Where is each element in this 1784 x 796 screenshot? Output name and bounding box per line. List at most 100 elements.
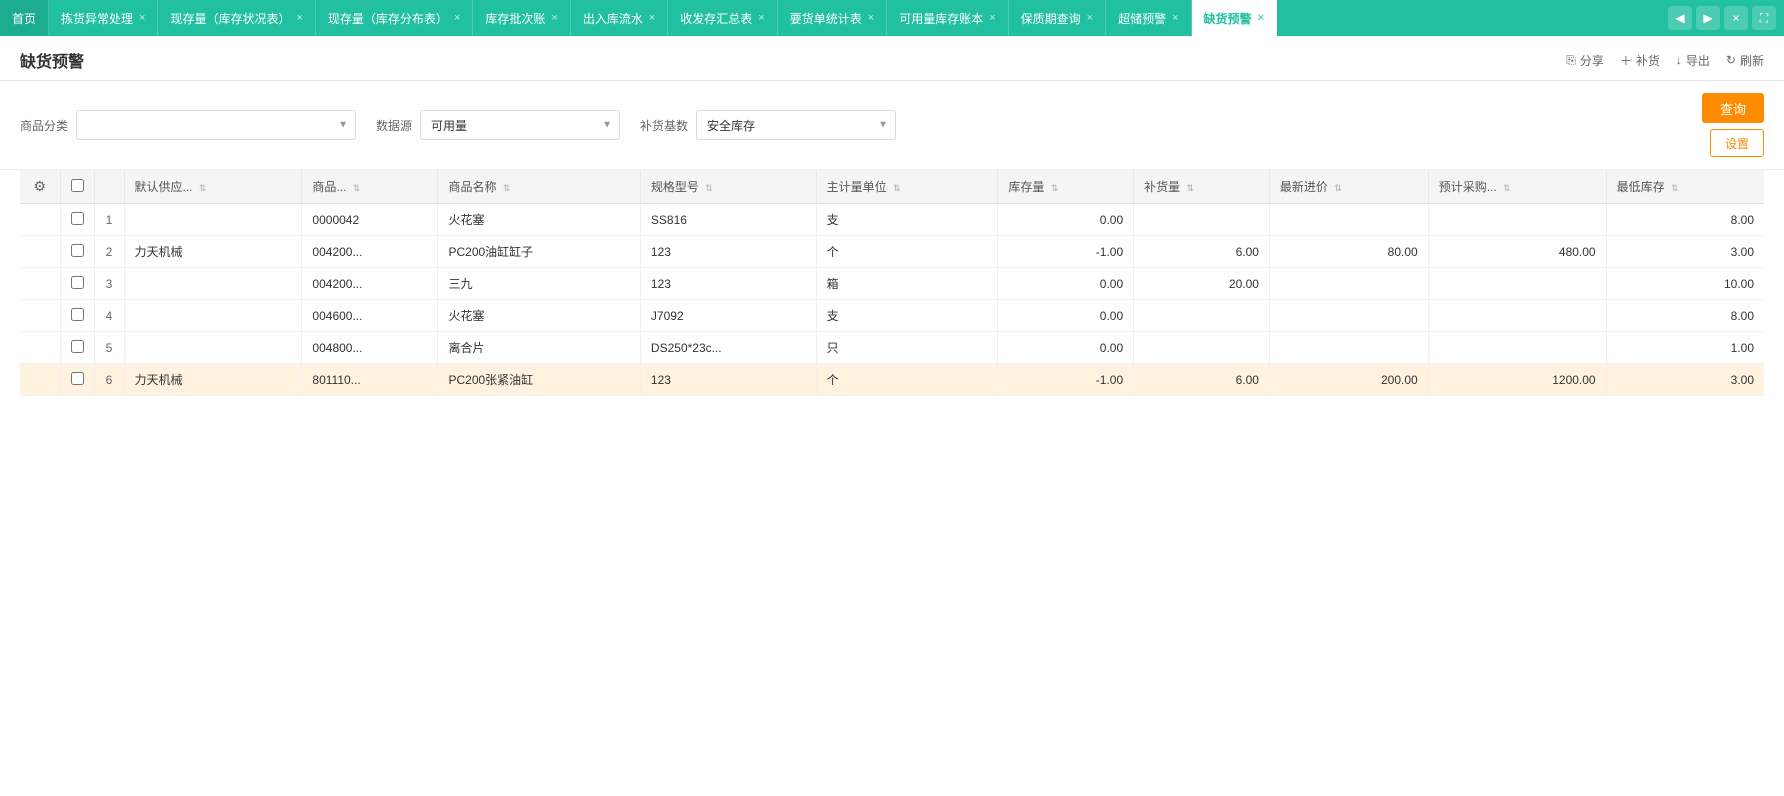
tab-inventory-dist[interactable]: 现存量（库存分布表） × <box>316 0 473 36</box>
tab-overstock-warning-label: 超储预警 <box>1118 10 1166 27</box>
col-gear[interactable]: ⚙ <box>20 170 60 204</box>
replenish-sort-icon: ⇅ <box>1186 183 1194 193</box>
row-checkbox-cell[interactable] <box>60 300 94 332</box>
tab-batch-account[interactable]: 库存批次账 × <box>473 0 570 36</box>
col-spec[interactable]: 规格型号 ⇅ <box>640 170 816 204</box>
col-goods-code[interactable]: 商品... ⇅ <box>302 170 438 204</box>
share-action[interactable]: ⎘ 分享 <box>1566 52 1604 69</box>
tab-in-out-flow[interactable]: 出入库流水 × <box>571 0 668 36</box>
row-checkbox-cell[interactable] <box>60 204 94 236</box>
tab-inventory-status-close[interactable]: × <box>296 12 302 24</box>
col-checkbox <box>60 170 94 204</box>
tab-requisition-stat-close[interactable]: × <box>868 12 874 24</box>
tab-inventory-dist-label: 现存量（库存分布表） <box>328 10 448 27</box>
row-spec: DS250*23c... <box>640 332 816 364</box>
refresh-icon: ↻ <box>1726 53 1736 67</box>
tab-batch-account-close[interactable]: × <box>551 12 557 24</box>
replenish-action[interactable]: ＋ 补货 <box>1620 52 1660 69</box>
tab-collect-summary-close[interactable]: × <box>758 12 764 24</box>
row-stock: 0.00 <box>998 332 1134 364</box>
tab-inventory-dist-close[interactable]: × <box>454 12 460 24</box>
tab-collect-summary-label: 收发存汇总表 <box>680 10 752 27</box>
tab-available-ledger[interactable]: 可用量库存账本 × <box>887 0 1008 36</box>
tab-shortage-warning-close[interactable]: × <box>1258 12 1264 24</box>
row-goods-code: 801110... <box>302 364 438 396</box>
gear-icon[interactable]: ⚙ <box>33 178 46 194</box>
row-number: 1 <box>94 204 124 236</box>
row-estimated-purchase: 480.00 <box>1428 236 1606 268</box>
row-checkbox-cell[interactable] <box>60 332 94 364</box>
row-stock: -1.00 <box>998 236 1134 268</box>
row-supplier <box>124 300 302 332</box>
datasource-select[interactable]: 可用量 <box>420 110 620 140</box>
filter-right-actions: 查询 设置 <box>1702 93 1764 157</box>
tab-collect-summary[interactable]: 收发存汇总表 × <box>668 0 777 36</box>
replenish-base-select[interactable]: 安全库存 <box>696 110 896 140</box>
category-select[interactable] <box>76 110 356 140</box>
tab-expiry-query-label: 保质期查询 <box>1021 10 1081 27</box>
row-min-stock: 1.00 <box>1606 332 1764 364</box>
replenish-base-filter-group: 补货基数 安全库存 ▼ <box>640 110 896 140</box>
tab-overstock-warning[interactable]: 超储预警 × <box>1106 0 1191 36</box>
row-checkbox-5[interactable] <box>71 372 84 385</box>
row-checkbox-1[interactable] <box>71 244 84 257</box>
tab-expiry-query[interactable]: 保质期查询 × <box>1009 0 1106 36</box>
tab-requisition-stat-label: 要货单统计表 <box>790 10 862 27</box>
select-all-checkbox[interactable] <box>71 179 84 192</box>
nav-next-btn[interactable]: ▶ <box>1696 6 1720 30</box>
col-min-stock[interactable]: 最低库存 ⇅ <box>1606 170 1764 204</box>
tab-available-ledger-close[interactable]: × <box>989 12 995 24</box>
tab-defect-handling-close[interactable]: × <box>139 12 145 24</box>
row-supplier <box>124 332 302 364</box>
row-replenish: 6.00 <box>1134 236 1270 268</box>
row-checkbox-3[interactable] <box>71 308 84 321</box>
row-gear-cell <box>20 204 60 236</box>
row-checkbox-4[interactable] <box>71 340 84 353</box>
tab-defect-handling[interactable]: 拣货异常处理 × <box>49 0 158 36</box>
row-unit: 支 <box>816 204 998 236</box>
tab-requisition-stat[interactable]: 要货单统计表 × <box>778 0 887 36</box>
tab-inventory-status-label: 现存量（库存状况表） <box>170 10 290 27</box>
col-unit[interactable]: 主计量单位 ⇅ <box>816 170 998 204</box>
row-estimated-purchase <box>1428 204 1606 236</box>
row-replenish <box>1134 300 1270 332</box>
settings-button[interactable]: 设置 <box>1710 129 1764 157</box>
table-header-row: ⚙ 默认供应... ⇅ 商品... ⇅ 商品名称 <box>20 170 1764 204</box>
refresh-action[interactable]: ↻ 刷新 <box>1726 52 1764 69</box>
col-supplier[interactable]: 默认供应... ⇅ <box>124 170 302 204</box>
tab-home[interactable]: 首页 <box>0 0 49 36</box>
share-label: 分享 <box>1580 52 1604 69</box>
latest-price-sort-icon: ⇅ <box>1334 183 1342 193</box>
col-stock[interactable]: 库存量 ⇅ <box>998 170 1134 204</box>
row-checkbox-cell[interactable] <box>60 268 94 300</box>
nav-close-btn[interactable]: × <box>1724 6 1748 30</box>
tab-batch-account-label: 库存批次账 <box>485 10 545 27</box>
row-checkbox-2[interactable] <box>71 276 84 289</box>
export-action[interactable]: ↓ 导出 <box>1676 52 1710 69</box>
export-label: 导出 <box>1686 52 1710 69</box>
query-button[interactable]: 查询 <box>1702 93 1764 123</box>
est-purchase-sort-icon: ⇅ <box>1503 183 1511 193</box>
col-goods-name[interactable]: 商品名称 ⇅ <box>438 170 640 204</box>
tab-expiry-query-close[interactable]: × <box>1087 12 1093 24</box>
row-checkbox-0[interactable] <box>71 212 84 225</box>
row-goods-name: PC200张紧油缸 <box>438 364 640 396</box>
tab-inventory-status[interactable]: 现存量（库存状况表） × <box>158 0 315 36</box>
tab-in-out-flow-close[interactable]: × <box>649 12 655 24</box>
tab-in-out-flow-label: 出入库流水 <box>583 10 643 27</box>
tab-defect-handling-label: 拣货异常处理 <box>61 10 133 27</box>
row-goods-name: PC200油缸缸子 <box>438 236 640 268</box>
nav-prev-btn[interactable]: ◀ <box>1668 6 1692 30</box>
page-title: 缺货预警 <box>20 48 84 72</box>
row-latest-price: 80.00 <box>1269 236 1428 268</box>
nav-fullscreen-btn[interactable]: ⛶ <box>1752 6 1776 30</box>
col-latest-price[interactable]: 最新进价 ⇅ <box>1269 170 1428 204</box>
col-estimated-purchase[interactable]: 预计采购... ⇅ <box>1428 170 1606 204</box>
row-goods-code: 004200... <box>302 268 438 300</box>
export-icon: ↓ <box>1676 53 1682 67</box>
row-checkbox-cell[interactable] <box>60 364 94 396</box>
tab-shortage-warning[interactable]: 缺货预警 × <box>1192 0 1277 36</box>
tab-overstock-warning-close[interactable]: × <box>1172 12 1178 24</box>
col-replenish[interactable]: 补货量 ⇅ <box>1134 170 1270 204</box>
row-checkbox-cell[interactable] <box>60 236 94 268</box>
